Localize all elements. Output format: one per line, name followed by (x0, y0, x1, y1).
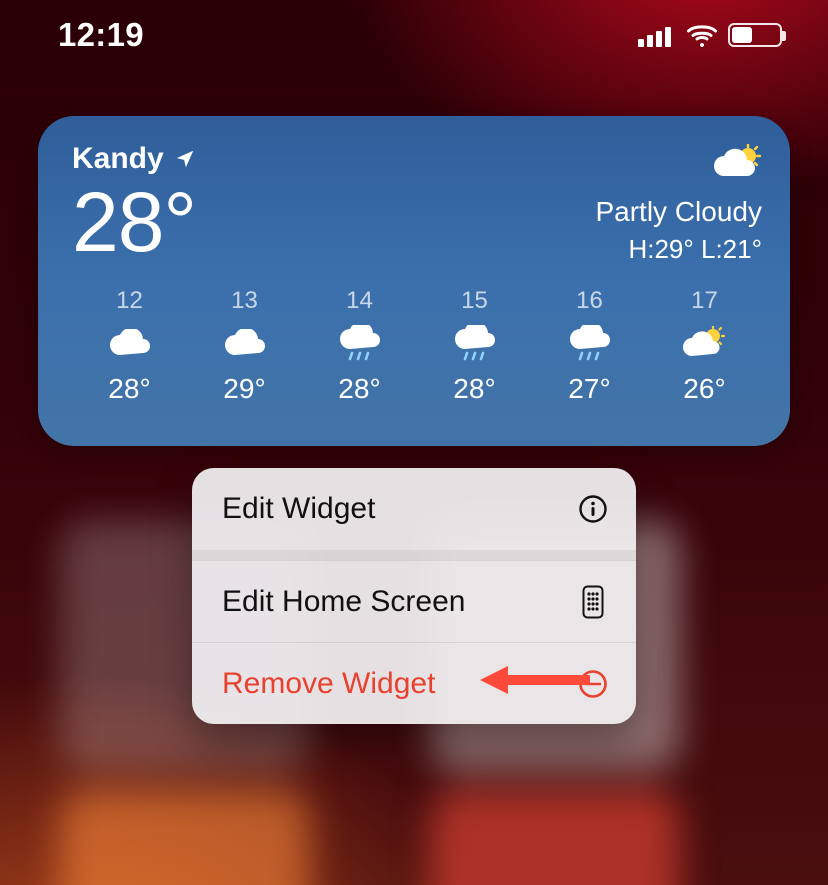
weather-high-low: H:29° L:21° (628, 234, 762, 265)
remove-icon (576, 667, 610, 701)
menu-label: Edit Widget (222, 492, 375, 526)
forecast-hour: 13 29° (187, 287, 302, 405)
weather-location-row: Kandy (72, 142, 196, 176)
cloud-rain-icon (568, 325, 610, 363)
menu-separator (192, 550, 636, 560)
hourly-forecast: 12 28° 13 29° 14 28° 15 (72, 287, 762, 405)
weather-location: Kandy (72, 142, 164, 176)
menu-item-edit-widget[interactable]: Edit Widget (192, 468, 636, 550)
forecast-time: 16 (576, 287, 603, 315)
cloud-icon (108, 325, 150, 363)
forecast-temp: 27° (568, 373, 610, 405)
cellular-signal-icon (638, 23, 676, 47)
forecast-hour: 12 28° (72, 287, 187, 405)
status-time: 12:19 (58, 16, 144, 54)
forecast-time: 15 (461, 287, 488, 315)
partly-cloudy-icon (714, 144, 762, 184)
weather-widget[interactable]: Kandy 28° Partly Cloudy H:29° L:21 (38, 116, 790, 446)
forecast-hour: 16 27° (532, 287, 647, 405)
forecast-temp: 28° (338, 373, 380, 405)
weather-current-temp: 28° (72, 180, 196, 264)
forecast-time: 13 (231, 287, 258, 315)
forecast-hour: 15 28° (417, 287, 532, 405)
location-arrow-icon (174, 148, 196, 170)
cloud-rain-icon (453, 325, 495, 363)
cloud-rain-icon (338, 325, 380, 363)
forecast-temp: 29° (223, 373, 265, 405)
forecast-temp: 28° (453, 373, 495, 405)
forecast-time: 14 (346, 287, 373, 315)
info-icon (576, 492, 610, 526)
menu-label: Remove Widget (222, 667, 435, 701)
widget-context-menu: Edit Widget Edit Home Screen Remove Widg… (192, 468, 636, 724)
forecast-hour: 14 28° (302, 287, 417, 405)
wifi-icon (686, 23, 718, 47)
partly-cloudy-icon (682, 325, 726, 363)
weather-condition: Partly Cloudy (595, 196, 762, 228)
forecast-hour: 17 26° (647, 287, 762, 405)
status-bar: 12:19 (0, 0, 828, 70)
menu-label: Edit Home Screen (222, 585, 465, 619)
forecast-temp: 26° (683, 373, 725, 405)
apps-grid-icon (576, 585, 610, 619)
menu-item-edit-home-screen[interactable]: Edit Home Screen (192, 560, 636, 642)
battery-icon (728, 23, 782, 47)
forecast-temp: 28° (108, 373, 150, 405)
menu-item-remove-widget[interactable]: Remove Widget (192, 642, 636, 724)
forecast-time: 12 (116, 287, 143, 315)
cloud-icon (223, 325, 265, 363)
forecast-time: 17 (691, 287, 718, 315)
